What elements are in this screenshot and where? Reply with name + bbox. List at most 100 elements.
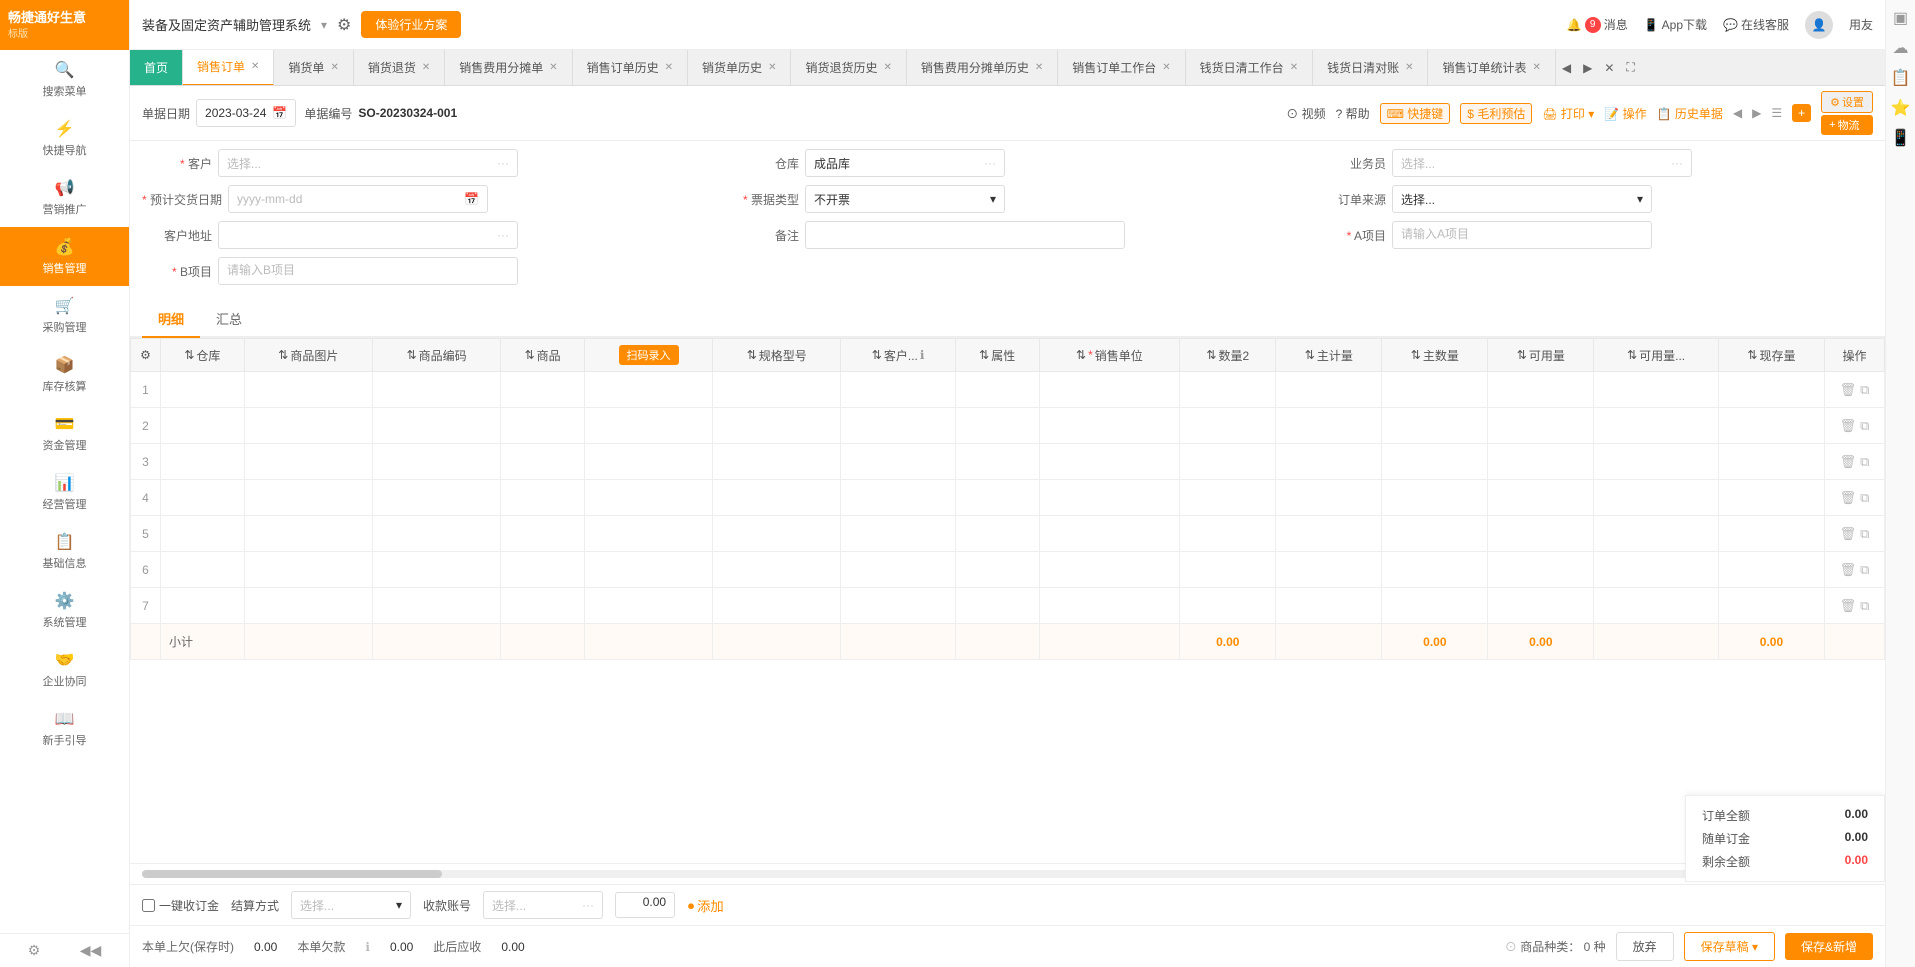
gear-icon[interactable]: ⚙ bbox=[337, 15, 351, 35]
row-available[interactable] bbox=[1488, 408, 1594, 444]
date-input[interactable]: 2023-03-24 📅 bbox=[196, 99, 296, 127]
scan-button[interactable]: 扫码录入 bbox=[619, 345, 679, 365]
copy-icon[interactable]: ⧉ bbox=[1860, 382, 1869, 398]
delete-icon[interactable]: 🗑 bbox=[1840, 562, 1857, 578]
address-input[interactable]: ··· bbox=[218, 221, 518, 249]
tab-fee-history[interactable]: 销售费用分摊单历史 ✕ bbox=[907, 50, 1058, 86]
history-label[interactable]: 📋 历史单据 bbox=[1657, 105, 1723, 122]
row-product[interactable] bbox=[501, 372, 585, 408]
add-button[interactable]: ● 添加 bbox=[687, 896, 724, 915]
copy-icon[interactable]: ⧉ bbox=[1860, 526, 1869, 542]
sort-icon[interactable]: ⇅ bbox=[1627, 348, 1637, 362]
row-available2[interactable] bbox=[1594, 372, 1719, 408]
sidebar-item-guide[interactable]: 📖 新手引导 bbox=[0, 699, 129, 758]
new-icon[interactable]: + bbox=[1792, 104, 1811, 122]
row-code[interactable] bbox=[372, 372, 500, 408]
prev-nav-icon[interactable]: ◀ bbox=[1733, 106, 1742, 120]
next-nav-icon[interactable]: ▶ bbox=[1752, 106, 1761, 120]
close-icon[interactable]: ✕ bbox=[883, 62, 891, 73]
row-main-unit[interactable] bbox=[1276, 372, 1382, 408]
notes-input[interactable] bbox=[805, 221, 1125, 249]
tab-fee-split[interactable]: 销售费用分摊单 ✕ bbox=[445, 50, 572, 86]
tab-daily-clear[interactable]: 钱货日清工作台 ✕ bbox=[1186, 50, 1313, 86]
operate-label[interactable]: 📝 操作 bbox=[1604, 105, 1646, 122]
copy-icon[interactable]: ⧉ bbox=[1860, 562, 1869, 578]
row-qty2[interactable] bbox=[1180, 408, 1276, 444]
shortcut-label[interactable]: ⌨ 快捷键 bbox=[1380, 103, 1451, 124]
row-stock[interactable] bbox=[1718, 408, 1824, 444]
settings-button[interactable]: ⚙ 设置 bbox=[1821, 91, 1873, 113]
delete-icon[interactable]: 🗑 bbox=[1840, 418, 1857, 434]
panel-icon-2[interactable]: ☁ bbox=[1893, 38, 1909, 58]
row-available2[interactable] bbox=[1594, 408, 1719, 444]
row-qty2[interactable] bbox=[1180, 372, 1276, 408]
trial-button[interactable]: 体验行业方案 bbox=[361, 11, 461, 38]
close-icon[interactable]: ✕ bbox=[768, 62, 776, 73]
row-image[interactable] bbox=[244, 372, 372, 408]
close-icon[interactable]: ✕ bbox=[251, 61, 259, 72]
settings-icon[interactable]: ⚙ bbox=[28, 942, 41, 959]
tab-expand-btn[interactable]: ⛶ bbox=[1620, 50, 1640, 86]
row-main-qty[interactable] bbox=[1382, 372, 1488, 408]
tab-summary[interactable]: 汇总 bbox=[200, 301, 258, 338]
row-code[interactable] bbox=[372, 408, 500, 444]
print-label[interactable]: 🖨 打印 ▾ bbox=[1542, 105, 1594, 122]
row-customer-code[interactable] bbox=[841, 408, 955, 444]
sidebar-item-search[interactable]: 🔍 搜索菜单 bbox=[0, 50, 129, 109]
row-warehouse[interactable] bbox=[161, 372, 245, 408]
dropdown-arrow-icon[interactable]: ▾ bbox=[321, 18, 327, 32]
a-project-input[interactable]: 请输入A项目 bbox=[1392, 221, 1652, 249]
row-stock[interactable] bbox=[1718, 372, 1824, 408]
b-project-input[interactable]: 请输入B项目 bbox=[218, 257, 518, 285]
tab-more-btn[interactable]: ✕ bbox=[1598, 50, 1620, 86]
sort-icon[interactable]: ⇅ bbox=[184, 348, 194, 362]
row-spec[interactable] bbox=[713, 372, 841, 408]
sort-icon[interactable]: ⇅ bbox=[1747, 348, 1757, 362]
close-icon[interactable]: ✕ bbox=[330, 62, 338, 73]
panel-icon-4[interactable]: ⭐ bbox=[1891, 98, 1911, 118]
row-scan[interactable] bbox=[584, 408, 712, 444]
app-download-item[interactable]: 📱 App下载 bbox=[1644, 16, 1707, 33]
delete-icon[interactable]: 🗑 bbox=[1840, 598, 1857, 614]
salesperson-input[interactable]: 选择... ··· bbox=[1392, 149, 1692, 177]
collect-checkbox[interactable] bbox=[142, 899, 155, 912]
copy-icon[interactable]: ⧉ bbox=[1860, 418, 1869, 434]
sidebar-item-enterprise[interactable]: 🤝 企业协同 bbox=[0, 640, 129, 699]
account-select[interactable]: 选择... ··· bbox=[483, 891, 603, 919]
tab-stats[interactable]: 销售订单统计表 ✕ bbox=[1428, 50, 1555, 86]
copy-icon[interactable]: ⧉ bbox=[1860, 454, 1869, 470]
close-icon[interactable]: ✕ bbox=[549, 62, 557, 73]
row-attr[interactable] bbox=[955, 372, 1039, 408]
settings-icon[interactable]: ⚙ bbox=[140, 348, 151, 362]
panel-icon-1[interactable]: ▣ bbox=[1893, 8, 1908, 28]
row-warehouse[interactable] bbox=[161, 444, 245, 480]
tab-reconcile[interactable]: 钱货日清对账 ✕ bbox=[1313, 50, 1428, 86]
tab-return[interactable]: 销货退货 ✕ bbox=[354, 50, 445, 86]
sidebar-item-system[interactable]: ⚙️ 系统管理 bbox=[0, 581, 129, 640]
row-attr[interactable] bbox=[955, 408, 1039, 444]
add-goods-button[interactable]: + 物流 bbox=[1821, 115, 1873, 135]
order-source-select[interactable]: 选择... ▾ bbox=[1392, 185, 1652, 213]
sidebar-item-marketing[interactable]: 📢 营销推广 bbox=[0, 168, 129, 227]
tab-order-history[interactable]: 销售订单历史 ✕ bbox=[573, 50, 688, 86]
close-icon[interactable]: ✕ bbox=[422, 62, 430, 73]
close-icon[interactable]: ✕ bbox=[1035, 62, 1043, 73]
tab-invoice-history[interactable]: 销货单历史 ✕ bbox=[688, 50, 791, 86]
save-new-button[interactable]: 保存&新增 bbox=[1785, 933, 1873, 960]
delete-icon[interactable]: 🗑 bbox=[1840, 454, 1857, 470]
sort-icon[interactable]: ⇅ bbox=[1411, 348, 1421, 362]
panel-icon-3[interactable]: 📋 bbox=[1891, 68, 1911, 88]
tab-prev-btn[interactable]: ◀ bbox=[1556, 50, 1577, 86]
sort-icon[interactable]: ⇅ bbox=[407, 348, 417, 362]
scrollbar-thumb[interactable] bbox=[142, 870, 442, 878]
tab-sales-invoice[interactable]: 销货单 ✕ bbox=[274, 50, 353, 86]
row-image[interactable] bbox=[244, 408, 372, 444]
row-main-qty[interactable] bbox=[1382, 408, 1488, 444]
close-icon[interactable]: ✕ bbox=[1405, 62, 1413, 73]
copy-icon[interactable]: ⧉ bbox=[1860, 598, 1869, 614]
row-spec[interactable] bbox=[713, 408, 841, 444]
row-scan[interactable] bbox=[584, 372, 712, 408]
sort-icon[interactable]: ⇅ bbox=[747, 348, 757, 362]
sidebar-item-basic-info[interactable]: 📋 基础信息 bbox=[0, 522, 129, 581]
close-icon[interactable]: ✕ bbox=[1290, 62, 1298, 73]
